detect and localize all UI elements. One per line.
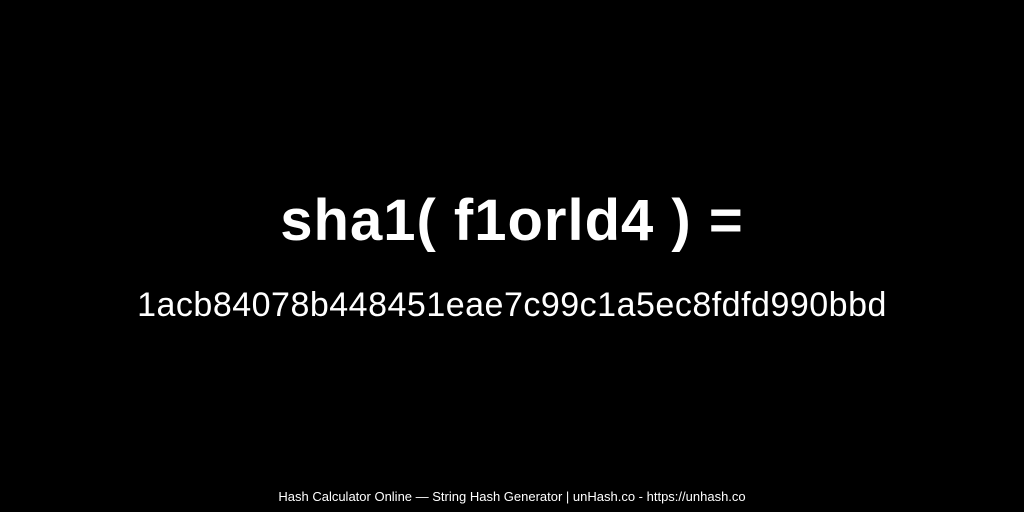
- hash-result: 1acb84078b448451eae7c99c1a5ec8fdfd990bbd: [137, 286, 887, 325]
- footer-text: Hash Calculator Online — String Hash Gen…: [0, 489, 1024, 504]
- hash-expression: sha1( f1orld4 ) =: [280, 187, 743, 254]
- hash-display: sha1( f1orld4 ) = 1acb84078b448451eae7c9…: [0, 0, 1024, 512]
